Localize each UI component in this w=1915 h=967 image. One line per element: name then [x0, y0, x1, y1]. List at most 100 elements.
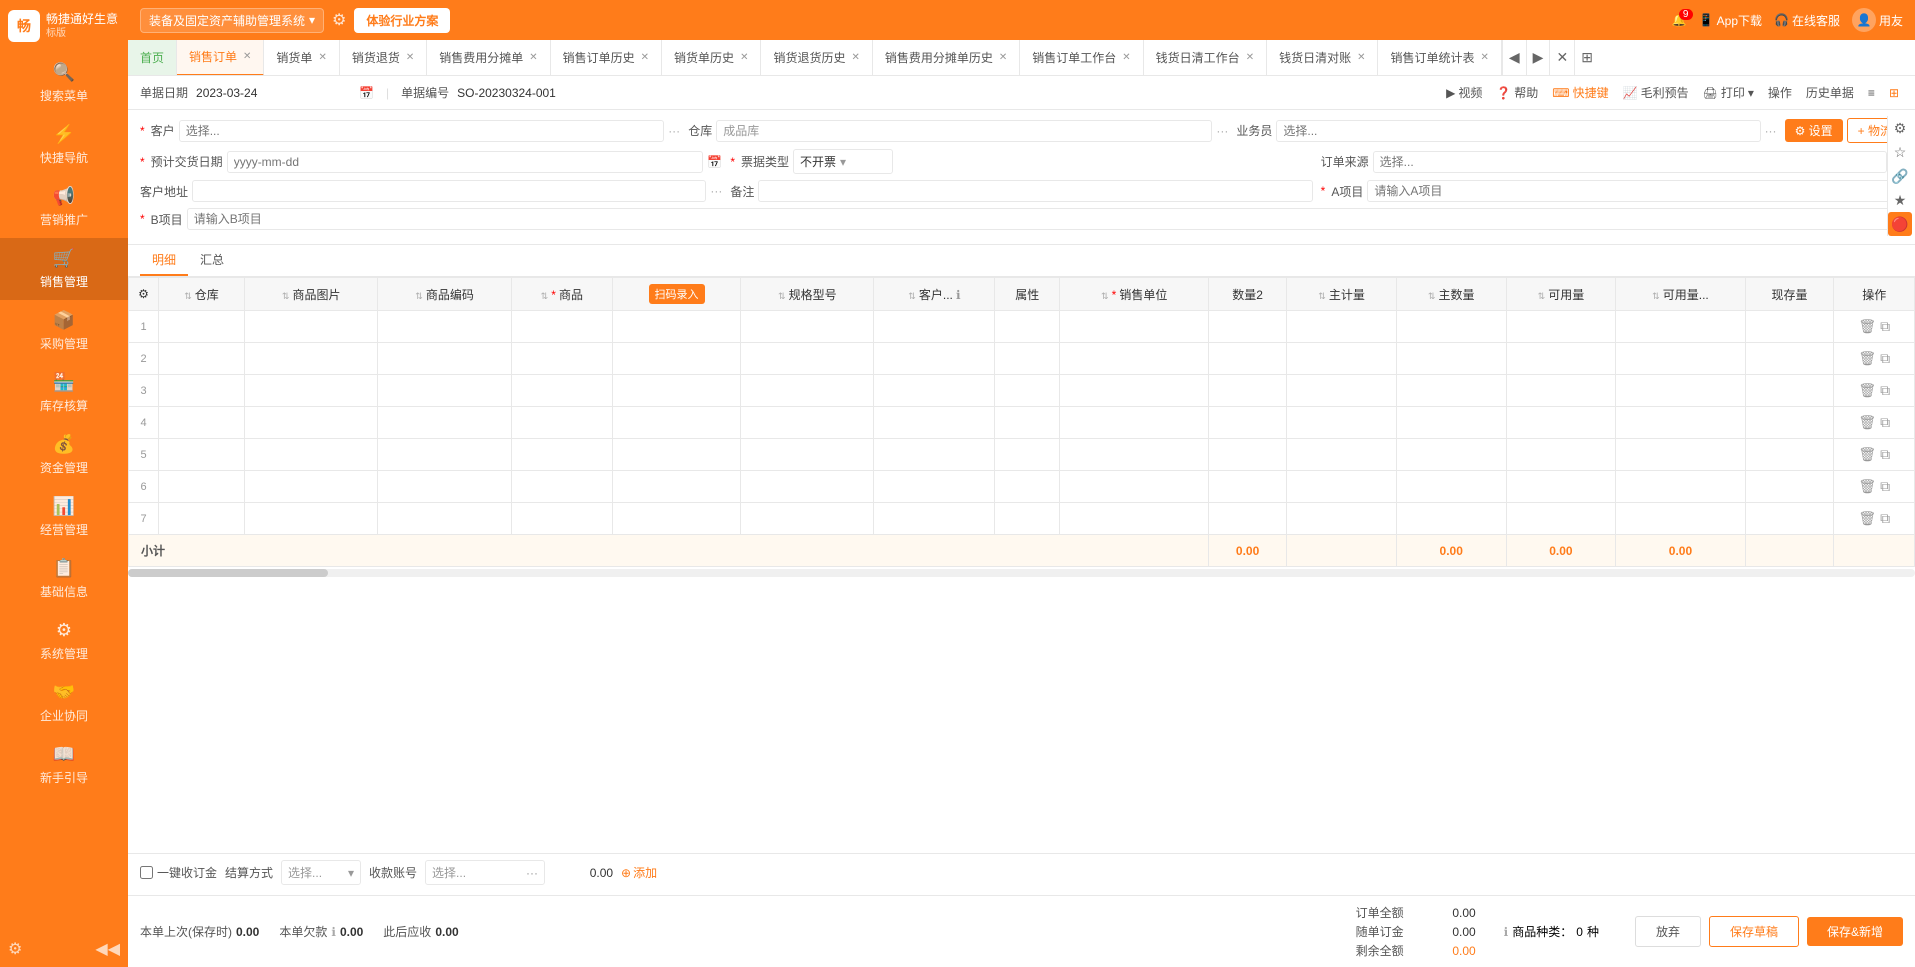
tab-sales-bill[interactable]: 销货单 ✕: [264, 40, 339, 76]
save-draft-button[interactable]: 保存草稿: [1709, 916, 1799, 947]
delivery-calendar-icon[interactable]: 📅: [707, 155, 722, 169]
account-select[interactable]: 选择... ···: [425, 860, 545, 885]
copy-row-icon[interactable]: ⧉: [1880, 318, 1890, 335]
tab-expand-btn[interactable]: ⊞: [1574, 40, 1599, 76]
tab-bill-history[interactable]: 销货单历史 ✕: [662, 40, 761, 76]
tab-daily-workbench[interactable]: 钱货日清工作台 ✕: [1144, 40, 1267, 76]
invoice-select[interactable]: 不开票 ▾: [793, 149, 893, 174]
tab-close-icon[interactable]: ✕: [406, 52, 414, 63]
th-settings[interactable]: ⚙: [129, 278, 159, 311]
delete-row-icon[interactable]: 🗑: [1858, 382, 1876, 399]
delete-row-icon[interactable]: 🗑: [1858, 446, 1876, 463]
float-btn-5[interactable]: 🔴: [1888, 212, 1912, 236]
one-click-deposit-checkbox[interactable]: [140, 866, 153, 879]
delete-row-icon[interactable]: 🗑: [1858, 510, 1876, 527]
tab-expense-history[interactable]: 销售费用分摊单历史 ✕: [873, 40, 1020, 76]
settings-right-btn[interactable]: ⚙ 设置: [1785, 119, 1843, 142]
float-btn-4[interactable]: ★: [1888, 188, 1912, 212]
project-a-input[interactable]: [1367, 180, 1903, 202]
tab-close-icon[interactable]: ✕: [740, 52, 748, 63]
address-more-icon[interactable]: ···: [710, 184, 722, 198]
horizontal-scrollbar[interactable]: [128, 569, 1915, 577]
account-more-icon[interactable]: ···: [526, 866, 538, 880]
copy-row-icon[interactable]: ⧉: [1880, 414, 1890, 431]
system-selector[interactable]: 装备及固定资产辅助管理系统 ▾: [140, 8, 324, 33]
sidebar-item-inventory[interactable]: 🏪 库存核算: [0, 362, 128, 424]
tab-close-icon[interactable]: ✕: [1246, 52, 1254, 63]
sidebar-item-basic-info[interactable]: 📋 基础信息: [0, 548, 128, 610]
one-click-deposit-label[interactable]: 一键收订金: [140, 864, 217, 881]
save-new-button[interactable]: 保存&新增: [1807, 917, 1903, 946]
tab-close-icon[interactable]: ✕: [1481, 52, 1489, 63]
add-payment-btn[interactable]: ⊕ 添加: [621, 864, 657, 881]
delete-row-icon[interactable]: 🗑: [1858, 414, 1876, 431]
tab-close-icon[interactable]: ✕: [529, 52, 537, 63]
print-btn[interactable]: 🖨 打印 ▾: [1699, 82, 1758, 103]
remark-input[interactable]: [758, 180, 1312, 202]
copy-row-icon[interactable]: ⧉: [1880, 510, 1890, 527]
tab-sales-return[interactable]: 销货退货 ✕: [340, 40, 427, 76]
sidebar-item-sales[interactable]: 🛒 销售管理: [0, 238, 128, 300]
scan-button[interactable]: 扫码录入: [649, 284, 705, 304]
scrollbar-thumb[interactable]: [128, 569, 328, 577]
online-service-btn[interactable]: 🎧 在线客服: [1774, 12, 1840, 29]
tab-close-icon[interactable]: ✕: [1122, 52, 1130, 63]
topbar-gear-icon[interactable]: ⚙: [332, 10, 346, 30]
sub-tab-summary[interactable]: 汇总: [188, 245, 236, 276]
tab-expense-split[interactable]: 销售费用分摊单 ✕: [427, 40, 550, 76]
sidebar-item-business[interactable]: 📊 经营管理: [0, 486, 128, 548]
delete-row-icon[interactable]: 🗑: [1858, 478, 1876, 495]
app-download-btn[interactable]: 📱 App下载: [1699, 12, 1762, 29]
tab-close-icon[interactable]: ✕: [243, 51, 251, 62]
sidebar-item-guide[interactable]: 📖 新手引导: [0, 734, 128, 796]
delete-row-icon[interactable]: 🗑: [1858, 350, 1876, 367]
tab-home[interactable]: 首页: [128, 40, 177, 76]
tab-daily-reconcile[interactable]: 钱货日清对账 ✕: [1267, 40, 1378, 76]
tab-sales-stats[interactable]: 销售订单统计表 ✕: [1378, 40, 1501, 76]
warehouse-more-icon[interactable]: ···: [1216, 124, 1228, 138]
copy-row-icon[interactable]: ⧉: [1880, 478, 1890, 495]
delivery-input[interactable]: [227, 151, 704, 173]
sidebar-item-system[interactable]: ⚙ 系统管理: [0, 610, 128, 672]
project-b-input[interactable]: [187, 208, 1903, 230]
profit-btn[interactable]: 📈 毛利预告: [1619, 82, 1693, 103]
float-btn-3[interactable]: 🔗: [1888, 164, 1912, 188]
date-input[interactable]: [196, 86, 351, 100]
help-btn[interactable]: ❓ 帮助: [1492, 82, 1542, 103]
payment-method-select[interactable]: 选择... ▾: [281, 860, 361, 885]
tab-close-icon[interactable]: ✕: [851, 52, 859, 63]
tab-sales-order-history[interactable]: 销售订单历史 ✕: [551, 40, 662, 76]
sidebar-item-search[interactable]: 🔍 搜索菜单: [0, 52, 128, 114]
tab-next-btn[interactable]: ▶: [1526, 40, 1550, 76]
staff-more-icon[interactable]: ···: [1765, 124, 1777, 138]
copy-row-icon[interactable]: ⧉: [1880, 446, 1890, 463]
sub-tab-detail[interactable]: 明细: [140, 245, 188, 276]
operation-btn[interactable]: 操作: [1764, 82, 1796, 103]
address-input[interactable]: [192, 180, 706, 202]
notification-badge[interactable]: 🔔 9: [1672, 13, 1687, 27]
sidebar-item-cooperation[interactable]: 🤝 企业协同: [0, 672, 128, 734]
calendar-icon[interactable]: 📅: [359, 86, 374, 100]
solution-button[interactable]: 体验行业方案: [354, 8, 450, 33]
tab-sales-order[interactable]: 销售订单 ✕: [177, 40, 264, 76]
float-btn-2[interactable]: ☆: [1888, 140, 1912, 164]
customer-input[interactable]: [179, 120, 665, 142]
customer-more-icon[interactable]: ···: [668, 124, 680, 138]
tab-close-icon[interactable]: ✕: [1357, 52, 1365, 63]
tab-order-workbench[interactable]: 销售订单工作台 ✕: [1020, 40, 1143, 76]
tab-prev-btn[interactable]: ◀: [1502, 40, 1526, 76]
sidebar-item-purchase[interactable]: 📦 采购管理: [0, 300, 128, 362]
user-area[interactable]: 👤 用友: [1852, 8, 1903, 32]
collapse-icon[interactable]: ◀◀: [95, 939, 120, 959]
staff-input[interactable]: [1276, 120, 1760, 142]
copy-row-icon[interactable]: ⧉: [1880, 382, 1890, 399]
tab-close-icon[interactable]: ✕: [999, 52, 1007, 63]
order-source-input[interactable]: [1373, 151, 1887, 173]
history-btn[interactable]: 历史单据: [1802, 82, 1858, 103]
layout-grid-btn[interactable]: ⊞: [1885, 84, 1903, 102]
sidebar-item-finance[interactable]: 💰 资金管理: [0, 424, 128, 486]
view-video-btn[interactable]: ▶ 视频: [1442, 82, 1486, 103]
tab-close-icon[interactable]: ✕: [641, 52, 649, 63]
float-btn-1[interactable]: ⚙: [1888, 116, 1912, 140]
tab-return-history[interactable]: 销货退货历史 ✕: [761, 40, 872, 76]
